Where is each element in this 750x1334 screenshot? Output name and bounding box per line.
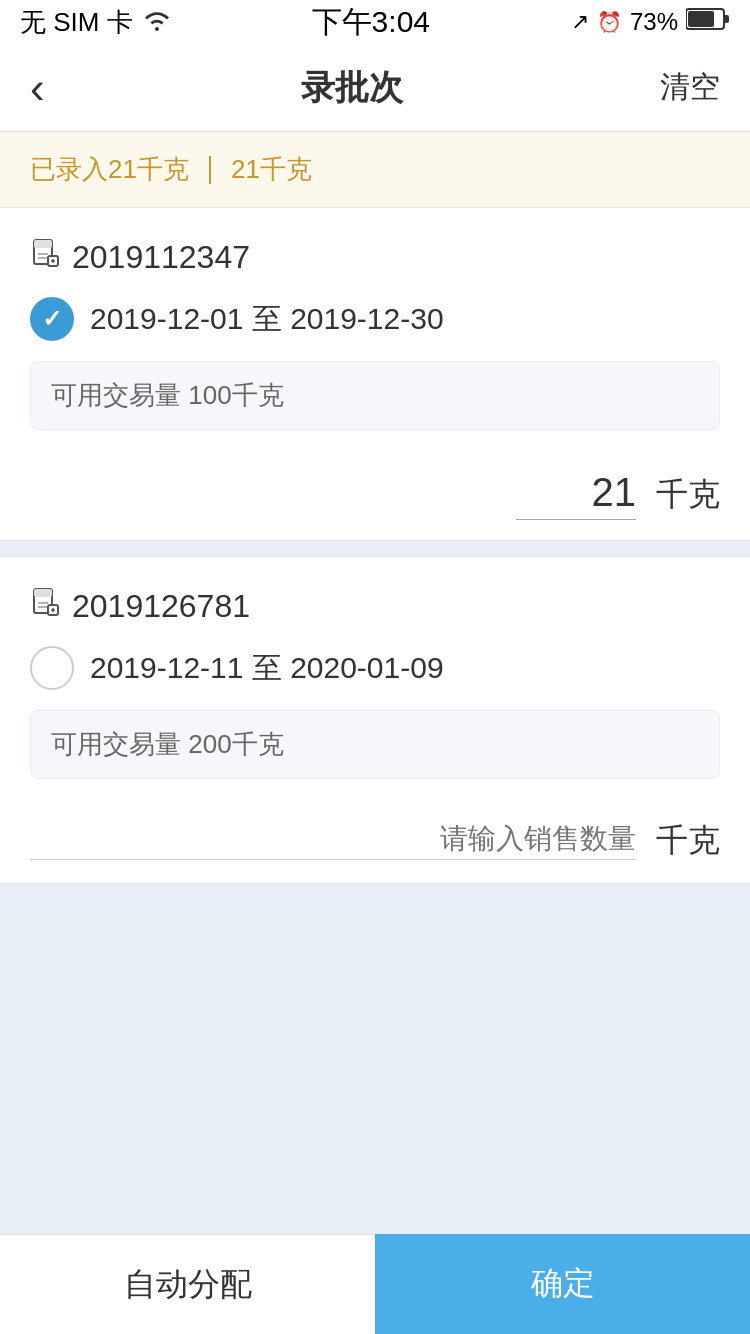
- doc-icon-1: [30, 238, 62, 277]
- no-sim-text: 无 SIM 卡: [20, 5, 133, 40]
- batch-2-available: 可用交易量 200千克: [30, 710, 720, 779]
- auto-distribute-label: 自动分配: [124, 1263, 252, 1307]
- auto-distribute-button[interactable]: 自动分配: [0, 1234, 375, 1334]
- status-right: ↗ ⏰ 73%: [571, 8, 730, 36]
- batch-1-unit: 千克: [656, 473, 720, 517]
- batch-1-quantity: 21: [516, 470, 636, 520]
- batch-2-amount-row: 千克: [0, 799, 750, 884]
- batch-1-value: 21: [592, 470, 637, 514]
- batch-2-card: 2019126781 2019-12-11 至 2020-01-09 可用交易量…: [0, 557, 750, 884]
- batch-1-header: 2019112347: [0, 208, 750, 287]
- battery-icon: [686, 8, 730, 36]
- batch-1-card: 2019112347 2019-12-01 至 2019-12-30 可用交易量…: [0, 208, 750, 541]
- confirm-button[interactable]: 确定: [375, 1234, 750, 1334]
- info-amount: 21千克: [231, 152, 312, 187]
- recorded-label: 已录入21千克: [30, 152, 189, 187]
- location-icon: ↗: [571, 9, 589, 35]
- svg-rect-2: [688, 11, 714, 27]
- battery-percent: 73%: [630, 8, 678, 36]
- batch-1-id: 2019112347: [72, 239, 250, 276]
- batch-2-radio[interactable]: [30, 646, 74, 690]
- batch-2-id: 2019126781: [72, 588, 250, 625]
- batch-1-date-row: 2019-12-01 至 2019-12-30: [0, 287, 750, 351]
- bottom-buttons: 自动分配 确定: [0, 1234, 750, 1334]
- svg-rect-4: [34, 240, 52, 248]
- status-bar: 无 SIM 卡 下午3:04 ↗ ⏰ 73%: [0, 0, 750, 44]
- confirm-label: 确定: [531, 1262, 595, 1306]
- batch-1-dates: 2019-12-01 至 2019-12-30: [90, 299, 444, 340]
- batch-1-radio[interactable]: [30, 297, 74, 341]
- section-separator-1: [0, 541, 750, 557]
- batch-2-qty-input[interactable]: [30, 823, 636, 860]
- batch-1-input-wrapper: 21 千克: [30, 470, 720, 520]
- nav-bar: ‹ 录批次 清空: [0, 44, 750, 132]
- page-title: 录批次: [301, 65, 403, 111]
- batch-1-amount-row: 21 千克: [0, 450, 750, 541]
- wifi-icon: [143, 7, 171, 38]
- svg-rect-11: [34, 589, 52, 597]
- batch-2-unit: 千克: [656, 819, 720, 863]
- svg-rect-1: [724, 15, 729, 23]
- back-button[interactable]: ‹: [30, 63, 45, 113]
- batch-2-input-wrapper: 千克: [30, 819, 720, 863]
- status-time: 下午3:04: [312, 2, 430, 43]
- batch-2-header: 2019126781: [0, 557, 750, 636]
- info-divider: [209, 156, 211, 184]
- alarm-icon: ⏰: [597, 10, 622, 34]
- info-banner: 已录入21千克 21千克: [0, 132, 750, 208]
- batch-2-date-row: 2019-12-11 至 2020-01-09: [0, 636, 750, 700]
- doc-icon-2: [30, 587, 62, 626]
- status-left: 无 SIM 卡: [20, 5, 171, 40]
- clear-button[interactable]: 清空: [660, 67, 720, 108]
- batch-1-available: 可用交易量 100千克: [30, 361, 720, 430]
- batch-2-dates: 2019-12-11 至 2020-01-09: [90, 648, 444, 689]
